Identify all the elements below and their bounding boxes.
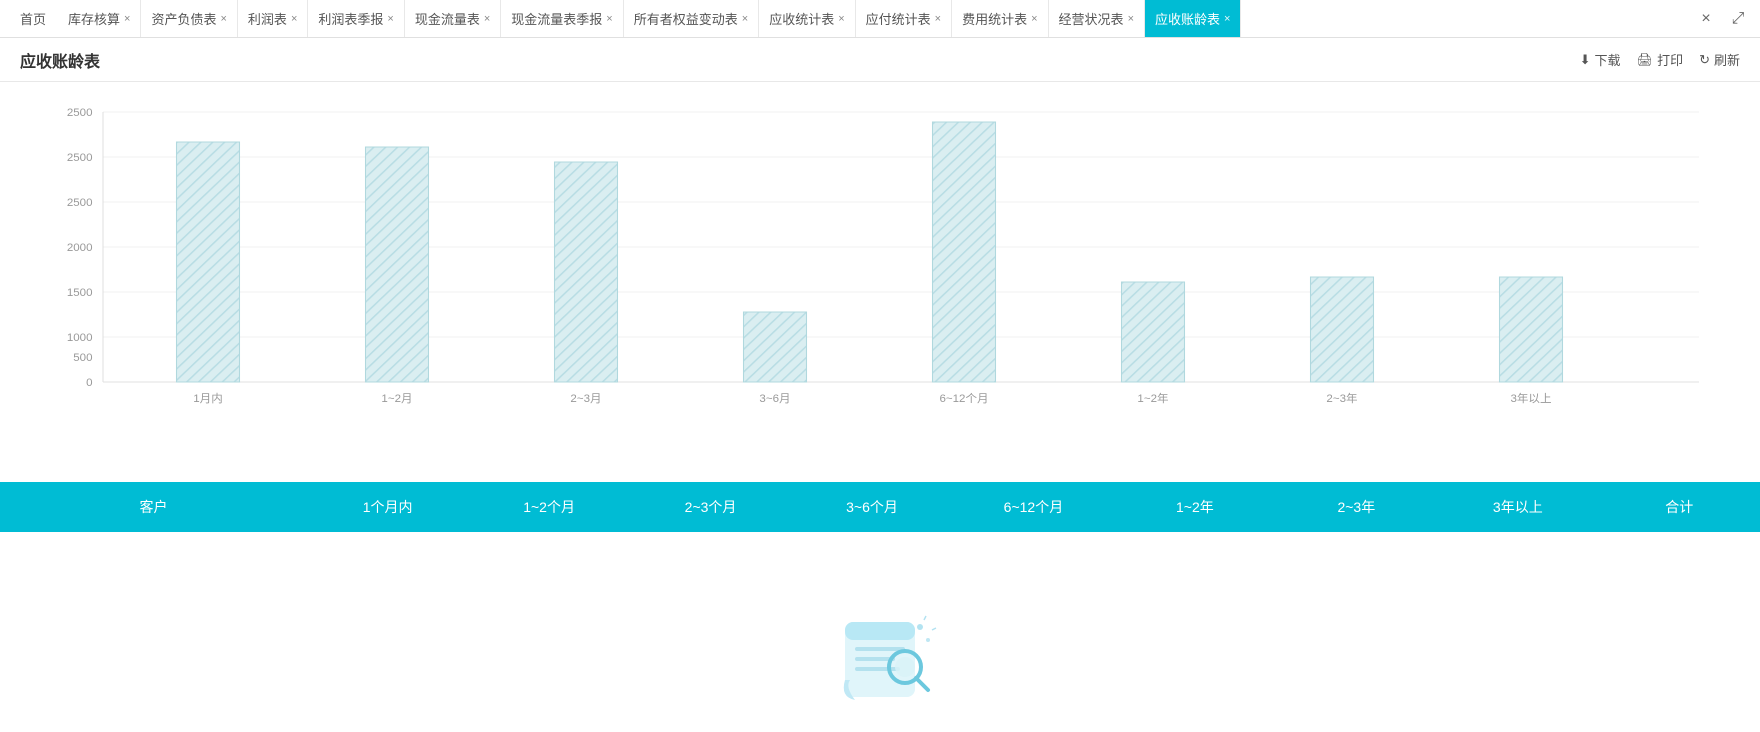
th-1-2year: 1~2年 [1114,497,1275,517]
th-1-2month: 1~2个月 [468,497,629,517]
close-icon[interactable]: × [935,13,941,25]
tab-ap-stat[interactable]: 应付统计表 × [856,0,952,38]
tab-equity-change[interactable]: 所有者权益变动表 × [624,0,759,38]
download-icon: ⬇ [1580,52,1591,68]
table-body [0,532,1760,732]
close-icon[interactable]: × [124,13,130,25]
download-button[interactable]: ⬇ 下载 [1580,50,1621,69]
svg-text:2000: 2000 [67,242,93,254]
close-icon[interactable]: × [220,13,226,25]
close-icon[interactable]: × [291,13,297,25]
svg-text:0: 0 [86,377,92,389]
th-3-6month: 3~6个月 [791,497,952,517]
table-header: 客户 1个月内 1~2个月 2~3个月 3~6个月 6~12个月 1~2年 2~… [0,482,1760,532]
refresh-icon: ↻ [1699,52,1710,68]
bar-3-6month [744,312,807,382]
bar-2-3year [1311,277,1374,382]
bar-6-12month [933,122,996,382]
window-close-button[interactable]: × [1692,5,1720,33]
chart-container: 2500 2500 2500 2000 1500 1000 500 0 1月内 … [40,102,1720,442]
tab-ar-stat[interactable]: 应收统计表 × [759,0,855,38]
bar-3plus-year [1500,277,1563,382]
tab-bar-actions: × ⤢ [1692,5,1752,33]
bar-1-2month [366,147,429,382]
th-2-3year: 2~3年 [1276,497,1437,517]
tab-profit[interactable]: 利润表 × [238,0,308,38]
main-content: 2500 2500 2500 2000 1500 1000 500 0 1月内 … [0,82,1760,732]
tab-cash-flow[interactable]: 现金流量表 × [405,0,501,38]
th-total: 合计 [1599,497,1760,517]
tab-bar: 首页 库存核算 × 资产负债表 × 利润表 × 利润表季报 × 现金流量表 × … [0,0,1760,38]
svg-text:3~6月: 3~6月 [759,393,790,405]
tab-expense-stat[interactable]: 费用统计表 × [952,0,1048,38]
page-header: 应收账龄表 ⬇ 下载 🖨 打印 ↻ 刷新 [0,38,1760,82]
print-icon: 🖨 [1637,52,1654,68]
empty-state-illustration [820,592,940,712]
svg-text:3年以上: 3年以上 [1510,391,1551,405]
svg-text:6~12个月: 6~12个月 [939,392,988,405]
close-icon[interactable]: × [606,13,612,25]
tab-balance-sheet[interactable]: 资产负债表 × [141,0,237,38]
th-6-12month: 6~12个月 [953,497,1114,517]
tab-profit-quarter[interactable]: 利润表季报 × [308,0,404,38]
print-button[interactable]: 🖨 打印 [1637,50,1684,69]
bar-chart: 2500 2500 2500 2000 1500 1000 500 0 1月内 … [40,102,1720,422]
close-icon[interactable]: × [387,13,393,25]
svg-text:1月内: 1月内 [193,391,222,405]
tab-ar-aging[interactable]: 应收账龄表 × [1145,0,1241,38]
close-icon[interactable]: × [838,13,844,25]
svg-text:2500: 2500 [67,107,93,119]
th-3plus-year: 3年以上 [1437,497,1598,517]
th-1month: 1个月内 [307,497,468,517]
close-icon[interactable]: × [1031,13,1037,25]
close-icon[interactable]: × [1128,13,1134,25]
svg-text:2500: 2500 [67,197,93,209]
th-customer: 客户 [0,497,307,517]
svg-text:1500: 1500 [67,287,93,299]
bar-1month [177,142,240,382]
svg-text:2~3月: 2~3月 [570,393,601,405]
svg-text:500: 500 [73,352,92,364]
refresh-button[interactable]: ↻ 刷新 [1699,50,1740,69]
window-maximize-button[interactable]: ⤢ [1724,5,1752,33]
refresh-label: 刷新 [1714,50,1740,69]
close-icon[interactable]: × [742,13,748,25]
print-label: 打印 [1657,50,1683,69]
th-2-3month: 2~3个月 [630,497,791,517]
chart-area: 2500 2500 2500 2000 1500 1000 500 0 1月内 … [0,82,1760,482]
svg-text:2~3年: 2~3年 [1326,391,1357,405]
close-icon[interactable]: × [484,13,490,25]
svg-text:1~2月: 1~2月 [381,393,412,405]
header-actions: ⬇ 下载 🖨 打印 ↻ 刷新 [1580,50,1740,69]
tab-cash-flow-quarter[interactable]: 现金流量表季报 × [501,0,623,38]
svg-text:2500: 2500 [67,152,93,164]
tab-inventory[interactable]: 库存核算 × [58,0,141,38]
empty-state [820,572,940,732]
svg-text:1~2年: 1~2年 [1137,391,1168,405]
tab-operation-status[interactable]: 经营状况表 × [1049,0,1145,38]
tab-home[interactable]: 首页 [8,0,58,38]
page-title: 应收账龄表 [20,48,100,72]
bar-1-2year [1122,282,1185,382]
download-label: 下载 [1595,50,1621,69]
close-icon[interactable]: × [1224,13,1230,25]
bar-2-3month [555,162,618,382]
svg-text:1000: 1000 [67,332,93,344]
